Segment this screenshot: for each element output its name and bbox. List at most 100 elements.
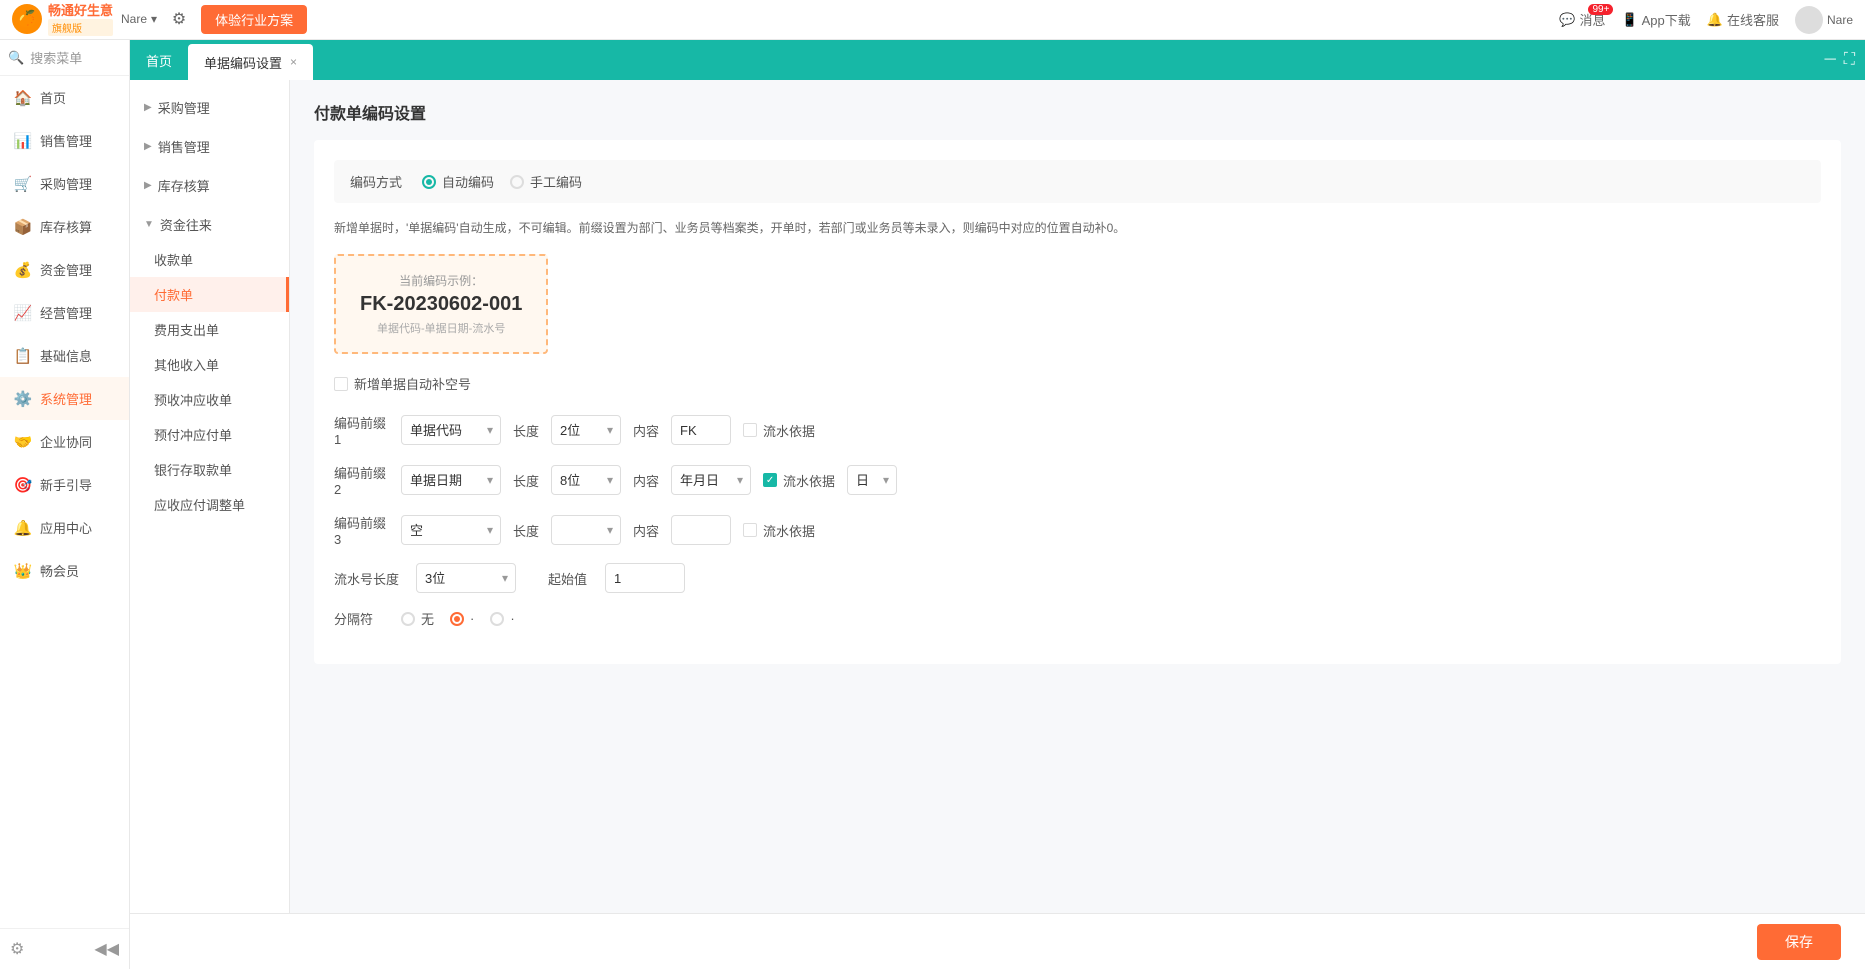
sub-item-adjustment[interactable]: 应收应付调整单 [130, 487, 289, 522]
auto-fill-label: 新增单据自动补空号 [354, 374, 471, 393]
separator-none-label: 无 [421, 609, 434, 628]
sidebar-label-apps: 应用中心 [40, 518, 92, 537]
separator-dot2-label: · [510, 611, 514, 626]
sidebar-item-sales[interactable]: 📊 销售管理 [0, 119, 129, 162]
trial-button[interactable]: 体验行业方案 [201, 5, 307, 34]
day-select[interactable]: 日 [847, 465, 897, 495]
minimize-icon[interactable]: ─ [1824, 51, 1835, 69]
sidebar-item-home[interactable]: 🏠 首页 [0, 76, 129, 119]
length2-select[interactable]: 8位 [551, 465, 621, 495]
serial3-checkbox[interactable]: 流水依据 [743, 521, 815, 540]
sub-group-sales-title[interactable]: ▶ 销售管理 [130, 129, 289, 164]
tab-close-icon[interactable]: × [290, 55, 297, 69]
sub-group-finance-title[interactable]: ▼ 资金往来 [130, 207, 289, 242]
sidebar-item-inventory[interactable]: 📦 库存核算 [0, 205, 129, 248]
sidebar-item-finance[interactable]: 💰 资金管理 [0, 248, 129, 291]
brand-icon: 🍊 [12, 4, 42, 34]
sidebar-item-basic[interactable]: 📋 基础信息 [0, 334, 129, 377]
sub-group-purchase-title[interactable]: ▶ 采购管理 [130, 90, 289, 125]
online-service-btn[interactable]: 🔔 在线客服 [1707, 10, 1779, 29]
sidebar-label-guide: 新手引导 [40, 475, 92, 494]
radio-manual-dot [510, 175, 524, 189]
content3-input[interactable] [671, 515, 731, 545]
separator-option-dot[interactable]: · [450, 611, 474, 626]
sidebar-search[interactable]: 🔍 搜索菜单 [0, 40, 129, 76]
save-button[interactable]: 保存 [1757, 924, 1841, 960]
serial1-checkbox[interactable]: 流水依据 [743, 421, 815, 440]
start-value-input[interactable] [605, 563, 685, 593]
right-section: 首页 单据编码设置 × ─ ⛶ ▶ 采购管理 [130, 40, 1865, 969]
length3-select[interactable] [551, 515, 621, 545]
collapse-icon[interactable]: ◀◀ [94, 939, 119, 959]
start-value-label: 起始值 [548, 569, 593, 588]
prefix1-select-wrapper: 单据代码 [401, 415, 501, 445]
sub-item-pre-payment[interactable]: 预付冲应付单 [130, 417, 289, 452]
sub-group-sales: ▶ 销售管理 [130, 129, 289, 164]
brand-logo: 🍊 畅通好生意 旗舰版 [12, 3, 113, 37]
length1-select[interactable]: 2位 [551, 415, 621, 445]
sub-item-pre-receipt[interactable]: 预收冲应收单 [130, 382, 289, 417]
sub-item-receipt[interactable]: 收款单 [130, 242, 289, 277]
sub-item-other-income-label: 其他收入单 [154, 358, 219, 373]
sub-item-bank[interactable]: 银行存取款单 [130, 452, 289, 487]
prefix3-label: 编码前缀3 [334, 513, 389, 547]
sub-item-pre-payment-label: 预付冲应付单 [154, 428, 232, 443]
prefix3-select[interactable]: 空 [401, 515, 501, 545]
sub-item-adjustment-label: 应收应付调整单 [154, 498, 245, 513]
prefix1-select[interactable]: 单据代码 [401, 415, 501, 445]
preview-label: 当前编码示例： [399, 272, 483, 289]
tab-encode-settings[interactable]: 单据编码设置 × [188, 44, 313, 80]
messages-btn[interactable]: 💬 消息 99+ [1559, 10, 1605, 29]
sub-group-sales-label: 销售管理 [158, 137, 210, 156]
radio-auto[interactable]: 自动编码 [422, 172, 494, 191]
sub-item-receipt-label: 收款单 [154, 253, 193, 268]
maximize-icon[interactable]: ⛶ [1844, 51, 1855, 69]
download-icon: 📱 [1621, 12, 1637, 28]
sidebar-item-member[interactable]: 👑 畅会员 [0, 549, 129, 592]
header-dropdown[interactable]: Nare ▾ [121, 12, 157, 26]
sub-item-expense[interactable]: 费用支出单 [130, 312, 289, 347]
sidebar-label-inventory: 库存核算 [40, 217, 92, 236]
settings-bottom-icon[interactable]: ⚙ [10, 939, 24, 959]
separator-label: 分隔符 [334, 609, 389, 628]
guide-icon: 🎯 [14, 476, 32, 494]
finance-icon: 💰 [14, 261, 32, 279]
radio-manual[interactable]: 手工编码 [510, 172, 582, 191]
day-select-wrapper: 日 [847, 465, 897, 495]
app-download-btn[interactable]: 📱 App下载 [1621, 10, 1690, 29]
serial2-checkbox[interactable]: 流水依据 [763, 471, 835, 490]
sub-item-payment[interactable]: 付款单 [130, 277, 289, 312]
sub-item-other-income[interactable]: 其他收入单 [130, 347, 289, 382]
settings-button[interactable]: ⚙ [165, 5, 193, 33]
basic-icon: 📋 [14, 347, 32, 365]
sidebar-label-member: 畅会员 [40, 561, 79, 580]
system-icon: ⚙️ [14, 390, 32, 408]
sidebar-item-collab[interactable]: 🤝 企业协同 [0, 420, 129, 463]
auto-fill-checkbox[interactable] [334, 377, 348, 391]
sub-group-inventory-title[interactable]: ▶ 库存核算 [130, 168, 289, 203]
prefix2-select[interactable]: 单据日期 [401, 465, 501, 495]
brand-tag: 旗舰版 [48, 19, 113, 36]
content2-select[interactable]: 年月日 [671, 465, 751, 495]
sidebar-item-guide[interactable]: 🎯 新手引导 [0, 463, 129, 506]
sub-group-inventory: ▶ 库存核算 [130, 168, 289, 203]
sidebar-item-purchase[interactable]: 🛒 采购管理 [0, 162, 129, 205]
tab-home[interactable]: 首页 [130, 40, 188, 80]
chevron-down-icon-fin: ▼ [144, 219, 154, 230]
user-info[interactable]: Nare [1795, 6, 1853, 34]
collab-icon: 🤝 [14, 433, 32, 451]
sub-group-purchase: ▶ 采购管理 [130, 90, 289, 125]
separator-option-dot2[interactable]: · [490, 611, 514, 626]
sidebar-item-management[interactable]: 📈 经营管理 [0, 291, 129, 334]
sidebar-item-apps[interactable]: 🔔 应用中心 [0, 506, 129, 549]
separator-option-none[interactable]: 无 [401, 609, 434, 628]
radio-dot2 [490, 612, 504, 626]
settings-card: 编码方式 自动编码 手工编码 [314, 140, 1841, 664]
serial-length-select[interactable]: 3位 [416, 563, 516, 593]
sales-icon: 📊 [14, 132, 32, 150]
search-label: 搜索菜单 [30, 48, 82, 67]
content1-input[interactable] [671, 415, 731, 445]
sidebar-label-system: 系统管理 [40, 389, 92, 408]
sidebar-item-system[interactable]: ⚙️ 系统管理 [0, 377, 129, 420]
separator-options: 无 · · [401, 609, 515, 628]
